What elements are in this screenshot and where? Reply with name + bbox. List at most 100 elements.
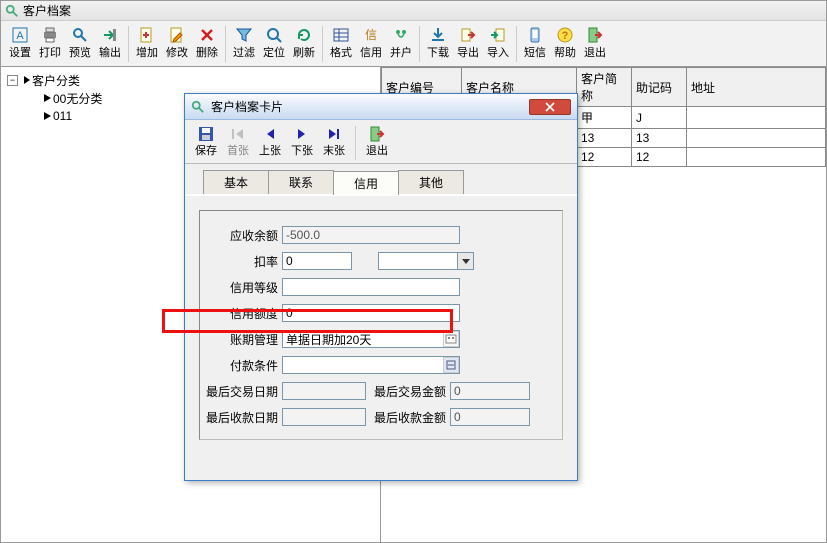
settings-button[interactable]: A设置	[5, 23, 35, 65]
print-button[interactable]: 打印	[35, 23, 65, 65]
save-icon	[197, 125, 215, 143]
toolbar-label: 下载	[427, 46, 449, 60]
main-toolbar: A设置打印预览输出增加修改删除过滤定位刷新 格式信信用并户 下载导出导入短信? 帮助退…	[1, 21, 826, 67]
svg-text:A: A	[16, 30, 24, 42]
toolbar-label: 退出	[366, 145, 388, 158]
refresh-button[interactable]: 刷新	[289, 23, 319, 65]
label-last-recv-amount: 最后收款金额	[366, 409, 450, 426]
delete-button[interactable]: 删除	[192, 23, 222, 65]
tree-root[interactable]: − 客户分类	[3, 71, 378, 89]
label-credit-limit: 信用额度	[206, 305, 282, 322]
help-button[interactable]: ? 帮助	[550, 23, 580, 65]
sms-icon	[526, 26, 544, 44]
add-icon	[138, 26, 156, 44]
modify-button[interactable]: 修改	[162, 23, 192, 65]
toolbar-label: 并户	[390, 46, 412, 60]
exit-button[interactable]: 退出	[580, 23, 610, 65]
credit-button[interactable]: 信信用	[356, 23, 386, 65]
dlg-last-button[interactable]: 末张	[319, 123, 349, 163]
label-account-mgmt: 账期管理	[206, 331, 282, 348]
preview-button[interactable]: 预览	[65, 23, 95, 65]
download-icon	[429, 26, 447, 44]
format-icon	[332, 26, 350, 44]
window-titlebar: 客户档案	[1, 1, 826, 21]
pay-terms-field[interactable]	[282, 356, 460, 374]
dlg-exit-button[interactable]: 退出	[362, 123, 392, 163]
toolbar-label: 信用	[360, 46, 382, 60]
last-recv-amount-field	[450, 408, 530, 426]
node-arrow-icon	[24, 76, 30, 84]
dlg-save-button[interactable]: 保存	[191, 123, 221, 163]
dialog-tabs: 基本 联系 信用 其他	[185, 164, 577, 196]
toolbar-separator	[128, 26, 129, 62]
svg-text:?: ?	[562, 30, 569, 42]
node-arrow-icon	[44, 112, 51, 120]
merge-button[interactable]: 并户	[386, 23, 416, 65]
download-button[interactable]: 下载	[423, 23, 453, 65]
toolbar-label: 格式	[330, 46, 352, 60]
rate-field[interactable]	[282, 252, 352, 270]
next-icon	[293, 125, 311, 143]
filter-button[interactable]: 过滤	[229, 23, 259, 65]
exit-icon	[368, 125, 386, 143]
rate-dropdown-button[interactable]	[457, 253, 473, 269]
toolbar-label: 刷新	[293, 46, 315, 60]
account-mgmt-field[interactable]	[282, 330, 460, 348]
dlg-next-button[interactable]: 下张	[287, 123, 317, 163]
add-button[interactable]: 增加	[132, 23, 162, 65]
toolbar-label: 过滤	[233, 46, 255, 60]
dlg-prev-button[interactable]: 上张	[255, 123, 285, 163]
locate-icon	[265, 26, 283, 44]
toolbar-label: 下张	[291, 145, 313, 158]
format-button[interactable]: 格式	[326, 23, 356, 65]
import-icon	[489, 26, 507, 44]
close-button[interactable]	[529, 99, 571, 115]
last-icon	[325, 125, 343, 143]
help-icon: ?	[556, 26, 574, 44]
toolbar-label: 末张	[323, 145, 345, 158]
collapse-icon[interactable]: −	[7, 75, 18, 86]
toolbar-label: 保存	[195, 145, 217, 158]
pay-terms-picker-button[interactable]	[443, 357, 459, 373]
locate-button[interactable]: 定位	[259, 23, 289, 65]
tab-other[interactable]: 其他	[398, 170, 464, 194]
account-mgmt-picker-button[interactable]	[443, 331, 459, 347]
output-button[interactable]: 输出	[95, 23, 125, 65]
credit-icon: 信	[362, 26, 380, 44]
toolbar-label: 退出	[584, 46, 606, 60]
first-icon	[229, 125, 247, 143]
dialog-title: 客户档案卡片	[211, 98, 523, 115]
credit-limit-field[interactable]	[282, 304, 460, 322]
toolbar-label: 导入	[487, 46, 509, 60]
toolbar-label: 导出	[457, 46, 479, 60]
export-button[interactable]: 导出	[453, 23, 483, 65]
sms-button[interactable]: 短信	[520, 23, 550, 65]
toolbar-label: 打印	[39, 46, 61, 60]
dialog-icon	[191, 100, 205, 114]
label-last-deal-amount: 最后交易金额	[366, 383, 450, 400]
dialog-titlebar[interactable]: 客户档案卡片	[185, 94, 577, 120]
tab-contact[interactable]: 联系	[268, 170, 334, 194]
col-mnemonic[interactable]: 助记码	[632, 68, 687, 107]
credit-grade-field[interactable]	[282, 278, 460, 296]
label-rate: 扣率	[206, 253, 282, 270]
tree-node-label: 00无分类	[53, 90, 102, 107]
col-customer-short[interactable]: 客户简称	[577, 68, 632, 107]
toolbar-label: 上张	[259, 145, 281, 158]
tab-basic[interactable]: 基本	[203, 170, 269, 194]
tab-credit[interactable]: 信用	[333, 171, 399, 195]
settings-icon: A	[11, 26, 29, 44]
merge-icon	[392, 26, 410, 44]
window-title: 客户档案	[23, 2, 71, 19]
toolbar-label: 定位	[263, 46, 285, 60]
import-button[interactable]: 导入	[483, 23, 513, 65]
label-ar-balance: 应收余额	[206, 227, 282, 244]
print-icon	[41, 26, 59, 44]
toolbar-separator	[355, 126, 356, 160]
output-icon	[101, 26, 119, 44]
credit-form-panel: 应收余额 扣率 信用等级 信用额度	[185, 196, 577, 448]
label-pay-terms: 付款条件	[206, 357, 282, 374]
toolbar-label: 帮助	[554, 46, 576, 60]
exit-icon	[586, 26, 604, 44]
col-address[interactable]: 地址	[687, 68, 826, 107]
